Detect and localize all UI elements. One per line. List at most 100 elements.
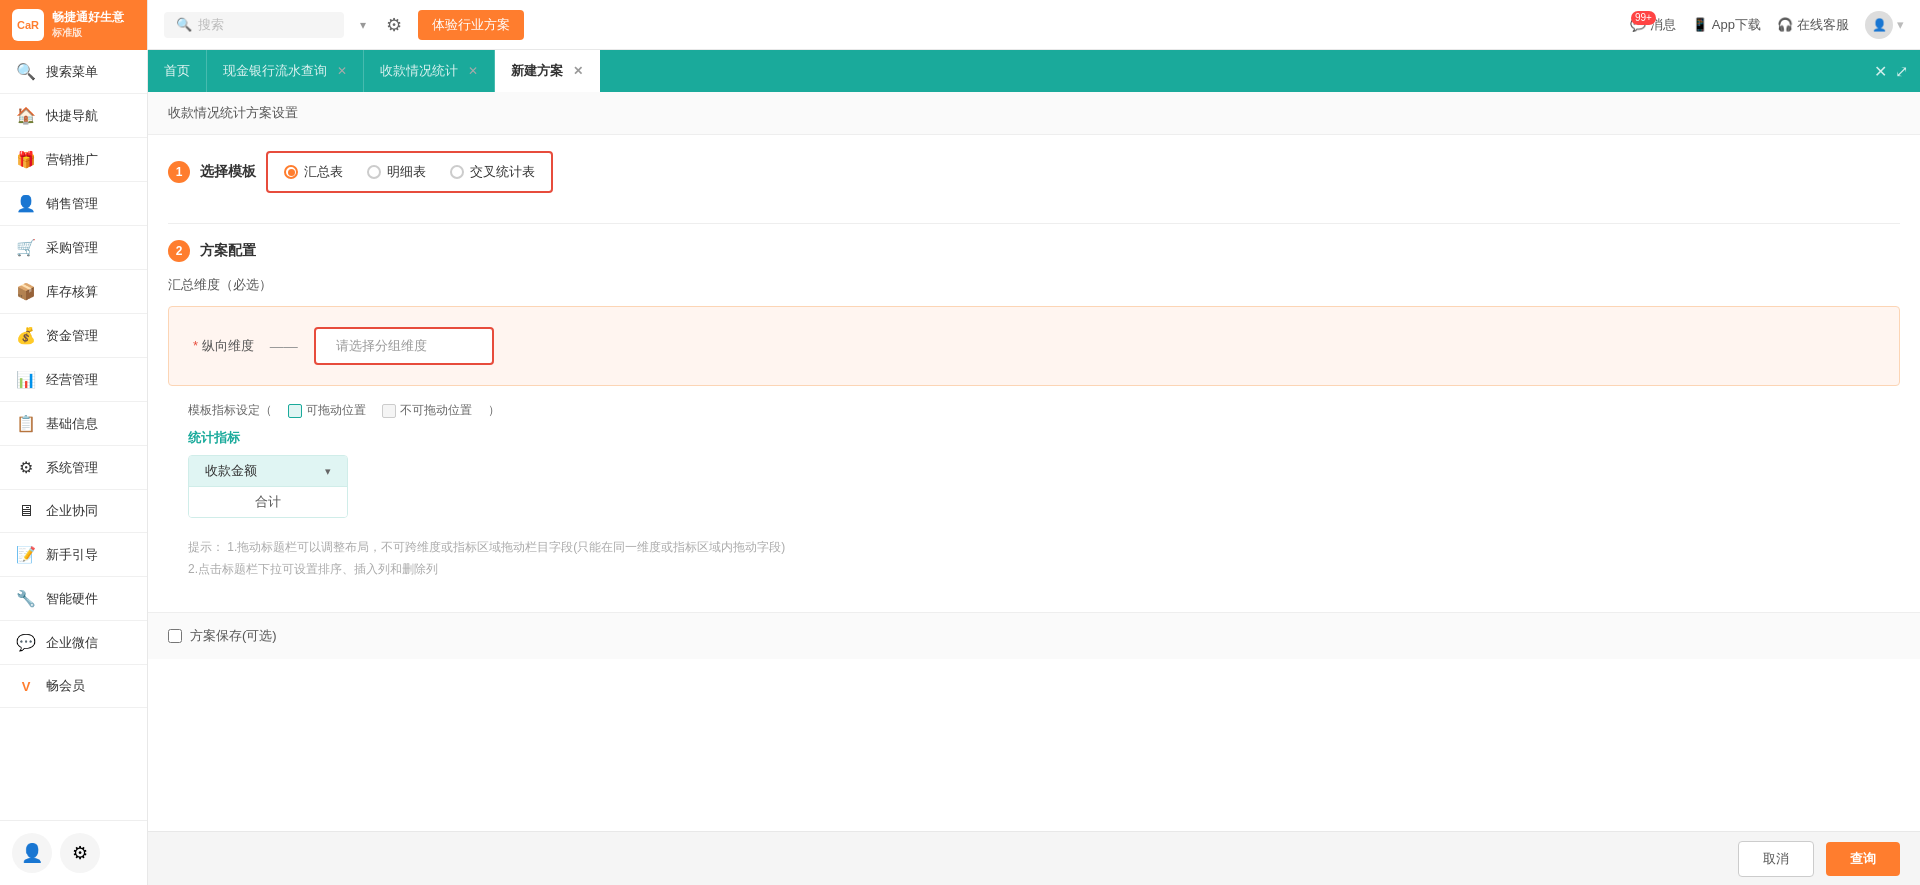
radio-summary[interactable]: 汇总表	[284, 163, 343, 181]
query-button[interactable]: 查询	[1826, 842, 1900, 876]
tab-bank-flow[interactable]: 现金银行流水查询 ✕	[207, 50, 364, 92]
notification-badge: 💬 99+	[1630, 17, 1646, 32]
tab-collection-stats-close-icon[interactable]: ✕	[468, 64, 478, 78]
tab-bank-flow-label: 现金银行流水查询	[223, 62, 327, 80]
content-area: 收款情况统计方案设置 1 选择模板 汇总表	[148, 92, 1920, 831]
smart-hw-icon: 🔧	[16, 589, 36, 608]
tab-bank-flow-close-icon[interactable]: ✕	[337, 64, 347, 78]
tab-collection-stats[interactable]: 收款情况统计 ✕	[364, 50, 495, 92]
radio-summary-label: 汇总表	[304, 163, 343, 181]
sidebar-item-label: 系统管理	[46, 459, 98, 477]
metrics-col-header: 收款金额 ▾	[189, 456, 347, 487]
metrics-table: 收款金额 ▾ 合计	[188, 455, 348, 518]
metrics-title-close-paren: ）	[488, 402, 500, 419]
topbar-right: 💬 99+ 消息 📱 App下载 🎧 在线客服 👤 ▾	[1630, 11, 1904, 39]
metrics-col-chevron-icon[interactable]: ▾	[325, 465, 331, 478]
sidebar-item-search-menu[interactable]: 🔍 搜索菜单	[0, 50, 147, 94]
non-draggable-box-icon	[382, 404, 396, 418]
tips-section: 提示： 1.拖动标题栏可以调整布局，不可跨维度或指标区域拖动栏目字段(只能在同一…	[168, 529, 1900, 596]
search-menu-icon: 🔍	[16, 62, 36, 81]
sidebar-item-basic-info[interactable]: 📋 基础信息	[0, 402, 147, 446]
radio-detail-label: 明细表	[387, 163, 426, 181]
sidebar-item-label: 畅会员	[46, 677, 85, 695]
sidebar-item-label: 资金管理	[46, 327, 98, 345]
app-download-icon: 📱	[1692, 17, 1708, 32]
tab-new-plan[interactable]: 新建方案 ✕	[495, 50, 600, 92]
notification-item[interactable]: 💬 99+ 消息	[1630, 16, 1676, 34]
step2-section: 2 方案配置 汇总维度（必选） * 纵向维度 —— 请选择分组维度 模板指	[148, 224, 1920, 612]
sidebar-item-wechat[interactable]: 💬 企业微信	[0, 621, 147, 665]
page-title: 收款情况统计方案设置	[148, 92, 1920, 135]
sidebar-item-label: 新手引导	[46, 546, 98, 564]
radio-detail-circle	[367, 165, 381, 179]
enterprise-icon: 🖥	[16, 502, 36, 520]
app-download-label: App下载	[1712, 16, 1761, 34]
radio-cross-circle	[450, 165, 464, 179]
dimension-arrow-icon: ——	[270, 338, 298, 354]
online-service-label: 在线客服	[1797, 16, 1849, 34]
app-download-item[interactable]: 📱 App下载	[1692, 16, 1761, 34]
sidebar-logo: CaR 畅捷通好生意 标准版	[0, 0, 147, 50]
draggable-badge: 可拖动位置	[288, 402, 366, 419]
sidebar-item-marketing[interactable]: 🎁 营销推广	[0, 138, 147, 182]
step2-num: 2	[168, 240, 190, 262]
sidebar-item-management[interactable]: 📊 经营管理	[0, 358, 147, 402]
management-icon: 📊	[16, 370, 36, 389]
sidebar-item-enterprise[interactable]: 🖥 企业协同	[0, 490, 147, 533]
system-icon: ⚙	[16, 458, 36, 477]
sidebar: CaR 畅捷通好生意 标准版 🔍 搜索菜单 🏠 快捷导航 🎁 营销推广 👤 销售…	[0, 0, 148, 885]
radio-detail[interactable]: 明细表	[367, 163, 426, 181]
avatar-icon: 👤	[1865, 11, 1893, 39]
sidebar-item-member[interactable]: V 畅会员	[0, 665, 147, 708]
tab-home[interactable]: 首页	[148, 50, 207, 92]
metrics-title-text: 模板指标设定（	[188, 402, 272, 419]
user-avatar[interactable]: 👤 ▾	[1865, 11, 1904, 39]
dimension-row-label: * 纵向维度	[193, 337, 254, 355]
sidebar-item-newbie[interactable]: 📝 新手引导	[0, 533, 147, 577]
sidebar-settings-icon[interactable]: ⚙	[60, 833, 100, 873]
save-option-row: 方案保存(可选)	[148, 612, 1920, 659]
search-box[interactable]: 🔍 搜索	[164, 12, 344, 38]
tab-home-label: 首页	[164, 62, 190, 80]
industry-btn[interactable]: 体验行业方案	[418, 10, 524, 40]
quick-nav-icon: 🏠	[16, 106, 36, 125]
radio-cross[interactable]: 交叉统计表	[450, 163, 535, 181]
sidebar-item-label: 基础信息	[46, 415, 98, 433]
logo-icon-text: CaR	[17, 19, 39, 31]
sidebar-item-label: 企业微信	[46, 634, 98, 652]
search-icon: 🔍	[176, 17, 192, 32]
sidebar-item-finance[interactable]: 💰 资金管理	[0, 314, 147, 358]
metrics-col-header-text: 收款金额	[205, 462, 257, 480]
finance-icon: 💰	[16, 326, 36, 345]
purchase-icon: 🛒	[16, 238, 36, 257]
topbar-dropdown-icon[interactable]: ▾	[360, 18, 366, 32]
radio-summary-circle	[284, 165, 298, 179]
tab-new-plan-close-icon[interactable]: ✕	[573, 64, 583, 78]
cancel-button[interactable]: 取消	[1738, 841, 1814, 877]
sidebar-item-label: 库存核算	[46, 283, 98, 301]
newbie-icon: 📝	[16, 545, 36, 564]
wechat-icon: 💬	[16, 633, 36, 652]
member-icon: V	[16, 679, 36, 694]
tip-2: 2.点击标题栏下拉可设置排序、插入列和删除列	[188, 559, 1880, 581]
sidebar-item-system[interactable]: ⚙ 系统管理	[0, 446, 147, 490]
save-checkbox[interactable]	[168, 629, 182, 643]
topbar-gear-icon[interactable]: ⚙	[386, 14, 402, 36]
main-area: 🔍 搜索 ▾ ⚙ 体验行业方案 💬 99+ 消息 📱 App下载 🎧 在线客服	[148, 0, 1920, 885]
logo-icon: CaR	[12, 9, 44, 41]
tabbar-close-btn[interactable]: ✕	[1874, 62, 1887, 81]
tabbar-expand-btn[interactable]: ⤢	[1895, 62, 1908, 81]
sidebar-item-smart-hw[interactable]: 🔧 智能硬件	[0, 577, 147, 621]
sidebar-user-icon[interactable]: 👤	[12, 833, 52, 873]
dimension-select-box[interactable]: 请选择分组维度	[314, 327, 494, 365]
sidebar-item-purchase[interactable]: 🛒 采购管理	[0, 226, 147, 270]
sidebar-item-quick-nav[interactable]: 🏠 快捷导航	[0, 94, 147, 138]
tip-1: 提示： 1.拖动标题栏可以调整布局，不可跨维度或指标区域拖动栏目字段(只能在同一…	[188, 537, 1880, 559]
draggable-label: 可拖动位置	[306, 402, 366, 419]
sidebar-item-label: 智能硬件	[46, 590, 98, 608]
sidebar-item-sales[interactable]: 👤 销售管理	[0, 182, 147, 226]
metrics-header: 模板指标设定（ 可拖动位置 不可拖动位置 ）	[188, 402, 1880, 419]
sidebar-item-inventory[interactable]: 📦 库存核算	[0, 270, 147, 314]
save-option-label: 方案保存(可选)	[190, 627, 277, 645]
online-service-item[interactable]: 🎧 在线客服	[1777, 16, 1849, 34]
